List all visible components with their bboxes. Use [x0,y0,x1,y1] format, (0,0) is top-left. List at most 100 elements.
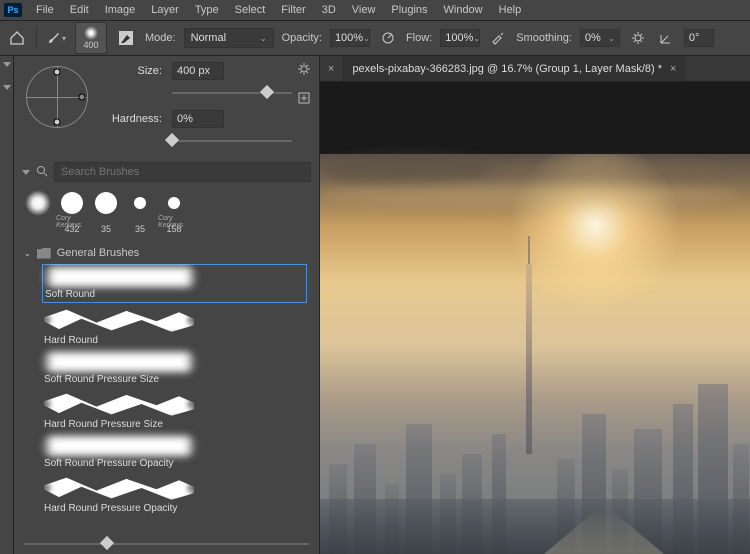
flow-label: Flow: [406,32,432,44]
folder-label: General Brushes [57,247,140,259]
menu-help[interactable]: Help [491,2,530,18]
brush-preset-name: Hard Round Pressure Size [44,419,305,430]
thumbnail-size-slider[interactable] [24,538,309,550]
menu-edit[interactable]: Edit [62,2,97,18]
home-button[interactable] [6,27,28,49]
search-input[interactable] [54,162,311,182]
search-icon [36,165,48,180]
menu-select[interactable]: Select [227,2,274,18]
menu-filter[interactable]: Filter [273,2,313,18]
document-title: pexels-pixabay-366283.jpg @ 16.7% (Group… [352,63,662,75]
chevron-down-icon: ⌄ [608,34,615,43]
brush-stroke-preview [44,436,194,456]
hardness-input[interactable]: 0% [172,110,224,128]
chevron-down-icon: ⌄ [260,34,267,43]
brush-preset-item[interactable]: Soft Round Pressure Opacity [42,434,307,471]
menu-plugins[interactable]: Plugins [383,2,435,18]
size-input[interactable]: 400 px [172,62,224,80]
brush-preset-item[interactable]: Soft Round [42,264,307,303]
brush-preset-item[interactable]: Soft Round Pressure Size [42,350,307,387]
recent-brushes-row: Cory Kerkeys432 35 35 Cory Kerkeys158 [22,190,311,236]
airbrush-icon [490,30,506,46]
brush-preset-name: Soft Round Pressure Size [44,374,305,385]
brush-preset-name: Soft Round Pressure Opacity [44,458,305,469]
document-area: × pexels-pixabay-366283.jpg @ 16.7% (Gro… [320,56,750,554]
caret-down-icon: ⌄ [24,249,31,258]
size-label: Size: [102,65,162,77]
brush-preset-picker[interactable]: 400 [75,22,107,54]
expand-triangle-icon[interactable] [3,85,11,90]
gear-icon[interactable] [297,62,311,79]
home-icon [9,30,25,46]
brush-swatch[interactable]: Cory Kerkeys158 [158,192,190,234]
brush-script-label: Cory Kerkeys [56,215,88,223]
expand-triangle-icon[interactable] [22,170,30,175]
brush-preset-panel: Size: 400 px Hardness: 0% [14,56,320,554]
hardness-label: Hardness: [102,113,162,125]
menu-bar: Ps File Edit Image Layer Type Select Fil… [0,0,750,20]
brush-angle-widget[interactable] [26,66,88,128]
opacity-value: 100% [335,32,363,44]
close-icon[interactable]: × [670,63,676,75]
brush-preset-item[interactable]: Hard Round [42,305,307,348]
brush-tool-icon[interactable]: ▾ [45,27,67,49]
brush-stroke-preview [45,267,195,287]
brush-stroke-preview [44,307,194,333]
brush-swatch[interactable]: 35 [90,192,122,234]
angle-icon [659,31,673,45]
brush-swatch[interactable]: 35 [124,192,156,234]
chevron-down-icon: ⌄ [473,34,480,43]
flow-value: 100% [445,32,473,44]
collapsed-toolbar [0,56,14,554]
opacity-label: Opacity: [282,32,322,44]
brush-settings-toggle[interactable] [115,27,137,49]
menu-file[interactable]: File [28,2,62,18]
blend-mode-value: Normal [191,32,226,44]
gear-icon [631,31,645,45]
brush-preset-item[interactable]: Hard Round Pressure Size [42,389,307,432]
menu-layer[interactable]: Layer [143,2,187,18]
menu-image[interactable]: Image [97,2,144,18]
hardness-slider[interactable] [172,134,292,148]
menu-window[interactable]: Window [436,2,491,18]
menu-type[interactable]: Type [187,2,227,18]
airbrush-toggle[interactable] [488,28,508,48]
close-tab-left[interactable]: × [320,63,342,75]
brush-panel-icon [117,29,135,47]
smoothing-label: Smoothing: [516,32,572,44]
chevron-down-icon: ⌄ [363,34,370,43]
document-tab-bar: × pexels-pixabay-366283.jpg @ 16.7% (Gro… [320,56,750,82]
angle-value: 0° [689,32,700,44]
brush-stroke-preview [44,475,194,501]
brush-preset-name: Hard Round Pressure Opacity [44,503,305,514]
flow-input[interactable]: 100%⌄ [440,29,480,47]
menu-view[interactable]: View [344,2,384,18]
blend-mode-select[interactable]: Normal ⌄ [184,28,274,48]
brush-preset-item[interactable]: Hard Round Pressure Opacity [42,473,307,516]
opacity-input[interactable]: 100%⌄ [330,29,370,47]
brush-folder[interactable]: ⌄ General Brushes [22,244,311,262]
brush-angle-control[interactable] [656,28,676,48]
brush-script-label: Cory Kerkeys [158,215,190,223]
brush-preset-name: Hard Round [44,335,305,346]
chevron-down-icon: ▾ [62,34,66,43]
smoothing-value: 0% [585,32,601,44]
pressure-opacity-toggle[interactable] [378,28,398,48]
canvas[interactable] [320,82,750,554]
mode-label: Mode: [145,32,176,44]
folder-icon [37,248,51,259]
brush-swatch[interactable]: Cory Kerkeys432 [56,192,88,234]
brush-swatch[interactable] [22,192,54,234]
brush-preset-name: Soft Round [45,289,304,300]
document-tab[interactable]: pexels-pixabay-366283.jpg @ 16.7% (Group… [342,56,686,81]
brush-list[interactable]: Soft Round Hard Round Soft Round Pressure … [22,264,311,534]
size-slider[interactable] [172,86,292,100]
new-preset-icon[interactable] [297,91,311,108]
angle-input[interactable]: 0° [684,29,714,47]
expand-triangle-icon[interactable] [3,62,11,67]
smoothing-input[interactable]: 0% ⌄ [580,29,620,47]
smoothing-options[interactable] [628,28,648,48]
brush-stroke-preview [44,391,194,417]
menu-3d[interactable]: 3D [314,2,344,18]
brush-preview-dot [84,26,98,40]
